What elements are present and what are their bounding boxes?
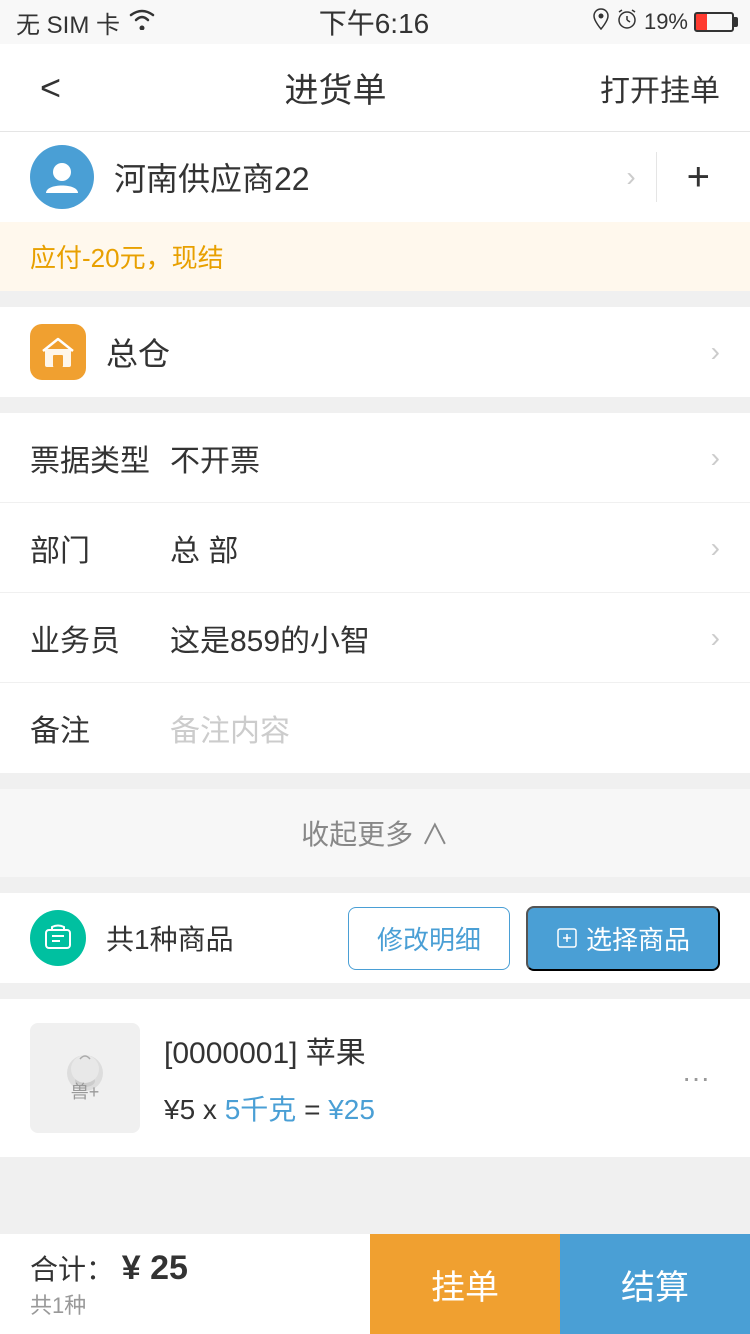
checkout-button[interactable]: 结算	[560, 1234, 750, 1334]
staff-value: 这是859的小智	[170, 616, 711, 660]
product-section: 共1种商品 修改明细 选择商品	[0, 893, 750, 983]
divider	[656, 152, 657, 202]
edit-detail-button[interactable]: 修改明细	[348, 907, 510, 970]
dept-row[interactable]: 部门 总 部 ›	[0, 503, 750, 593]
invoice-label: 票据类型	[30, 436, 150, 480]
product-count-icon	[30, 910, 86, 966]
chevron-right-icon: ›	[626, 161, 635, 193]
warehouse-icon	[30, 324, 86, 380]
total-price: ¥25	[328, 1094, 375, 1125]
location-icon	[592, 8, 610, 36]
add-supplier-button[interactable]: +	[677, 145, 720, 210]
product-name: [0000001] 苹果	[164, 1028, 672, 1072]
product-code: [0000001]	[164, 1037, 306, 1070]
staff-label: 业务员	[30, 616, 150, 660]
carrier-label: 无 SIM 卡	[16, 5, 120, 40]
staff-chevron-icon: ›	[711, 622, 720, 654]
product-info: [0000001] 苹果 ¥5 x 5千克 = ¥25	[164, 1028, 672, 1128]
product-more-button[interactable]: ···	[672, 1052, 720, 1104]
bottom-summary: 合计： ¥ 25 共1种	[0, 1234, 370, 1334]
status-time: 下午6:16	[319, 2, 430, 42]
product-price-row: ¥5 x 5千克 = ¥25	[164, 1088, 672, 1128]
battery-icon	[694, 12, 734, 32]
product-title: 苹果	[306, 1037, 366, 1070]
wifi-icon	[128, 8, 156, 37]
product-header: 共1种商品 修改明细 选择商品	[0, 893, 750, 983]
unit-price: ¥5 x	[164, 1094, 225, 1125]
supplier-alert: 应付-20元，现结	[0, 222, 750, 291]
dept-chevron-icon: ›	[711, 532, 720, 564]
nav-bar: < 进货单 打开挂单	[0, 44, 750, 132]
select-product-button[interactable]: 选择商品	[526, 906, 720, 971]
product-count: 共1种商品	[106, 918, 348, 958]
svg-text:兽+: 兽+	[71, 1082, 100, 1102]
product-thumbnail: 兽+	[30, 1023, 140, 1133]
product-item: 兽+ [0000001] 苹果 ¥5 x 5千克 = ¥25 ···	[0, 999, 750, 1157]
qty: 5千克	[225, 1094, 297, 1125]
collapse-row[interactable]: 收起更多 ∧	[0, 789, 750, 877]
remark-row[interactable]: 备注 备注内容	[0, 683, 750, 773]
warehouse-section[interactable]: 总仓 ›	[0, 307, 750, 397]
warehouse-chevron-icon: ›	[711, 336, 720, 368]
total-amount: ¥ 25	[122, 1249, 188, 1287]
remark-label: 备注	[30, 706, 150, 750]
total-label: 合计：	[30, 1254, 114, 1285]
staff-row[interactable]: 业务员 这是859的小智 ›	[0, 593, 750, 683]
count-label: 共1种	[30, 1288, 340, 1320]
status-left: 无 SIM 卡	[16, 5, 156, 40]
bottom-bar: 合计： ¥ 25 共1种 挂单 结算	[0, 1234, 750, 1334]
dept-label: 部门	[30, 526, 150, 570]
open-hang-button[interactable]: 打开挂单	[600, 66, 720, 110]
dept-value: 总 部	[170, 526, 711, 570]
content: 河南供应商22 › + 应付-20元，现结 总仓 › 票据类型 不开票 › 部门…	[0, 132, 750, 1257]
supplier-name: 河南供应商22	[114, 154, 626, 200]
status-right: 19%	[592, 8, 734, 36]
warehouse-name: 总仓	[106, 329, 711, 375]
status-bar: 无 SIM 卡 下午6:16 19%	[0, 0, 750, 44]
alarm-icon	[616, 8, 638, 36]
supplier-row[interactable]: 河南供应商22 › +	[0, 132, 750, 222]
form-section: 票据类型 不开票 › 部门 总 部 › 业务员 这是859的小智 › 备注 备注…	[0, 413, 750, 773]
invoice-value: 不开票	[170, 436, 711, 480]
back-button[interactable]: <	[30, 57, 71, 119]
remark-input[interactable]: 备注内容	[170, 706, 720, 750]
total-row: 合计： ¥ 25	[30, 1248, 340, 1288]
battery-percent: 19%	[644, 9, 688, 35]
supplier-avatar	[30, 145, 94, 209]
invoice-row[interactable]: 票据类型 不开票 ›	[0, 413, 750, 503]
equals: =	[304, 1094, 328, 1125]
page-title: 进货单	[285, 63, 387, 112]
select-product-label: 选择商品	[586, 920, 690, 957]
invoice-chevron-icon: ›	[711, 442, 720, 474]
supplier-section: 河南供应商22 › + 应付-20元，现结	[0, 132, 750, 291]
hang-button[interactable]: 挂单	[370, 1234, 560, 1334]
